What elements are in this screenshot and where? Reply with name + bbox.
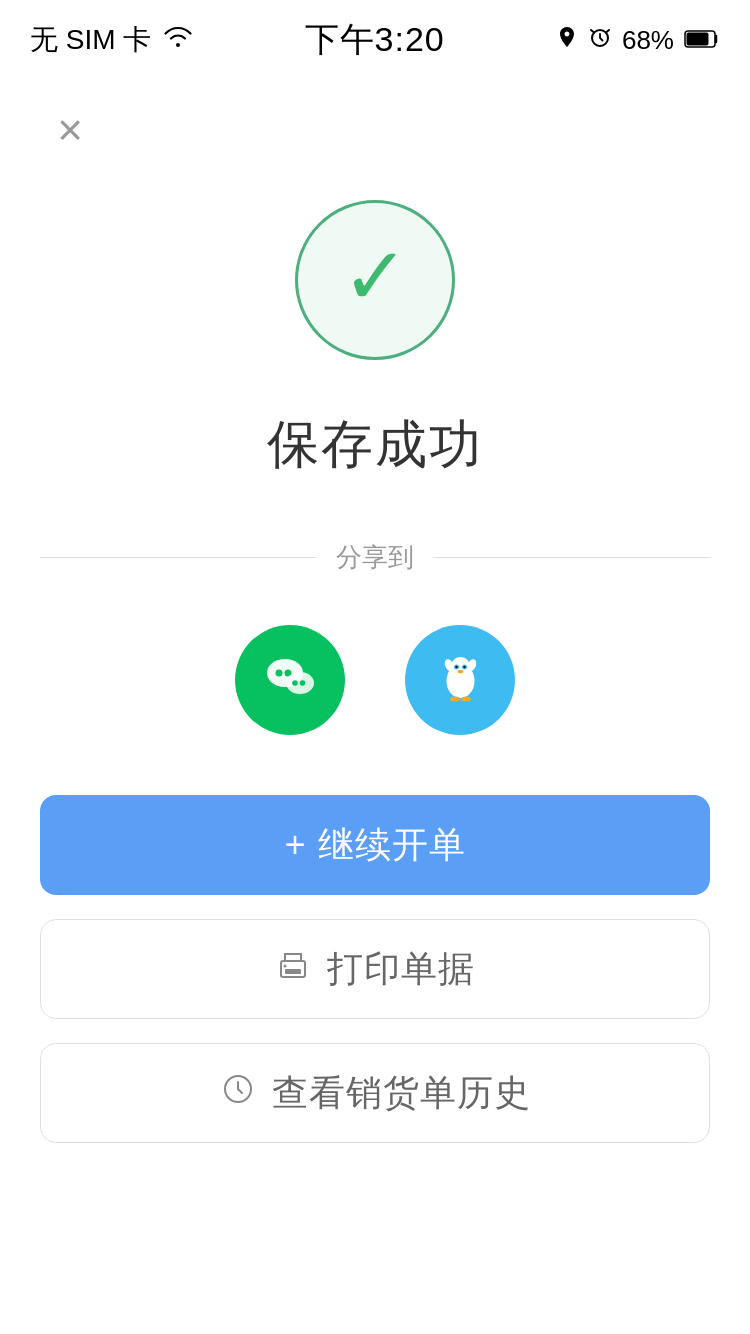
success-title: 保存成功: [267, 410, 483, 480]
status-bar: 无 SIM 卡 下午3:20 68%: [0, 0, 750, 80]
close-button-container: ×: [40, 100, 710, 160]
continue-button-label: + 继续开单: [284, 821, 465, 870]
action-buttons: + 继续开单 打印单据 查看销货单历史: [40, 795, 710, 1143]
svg-point-4: [275, 669, 282, 676]
main-content: × ✓ 保存成功 分享到: [0, 80, 750, 1163]
svg-point-15: [457, 669, 463, 673]
svg-point-17: [461, 696, 471, 701]
qq-icon: [428, 648, 493, 713]
close-button[interactable]: ×: [40, 100, 100, 160]
check-icon: ✓: [342, 237, 409, 317]
svg-rect-2: [686, 32, 708, 45]
history-button[interactable]: 查看销货单历史: [40, 1043, 710, 1143]
continue-button[interactable]: + 继续开单: [40, 795, 710, 895]
wifi-icon: [163, 25, 193, 56]
history-icon: [220, 1071, 256, 1115]
divider-line-right: [434, 557, 710, 558]
share-divider: 分享到: [40, 540, 710, 575]
battery-percentage: 68%: [622, 25, 674, 56]
share-label: 分享到: [336, 540, 414, 575]
no-sim-text: 无 SIM 卡: [30, 21, 151, 59]
share-section: 分享到: [40, 540, 710, 735]
svg-point-8: [299, 680, 305, 686]
print-button[interactable]: 打印单据: [40, 919, 710, 1019]
svg-point-7: [292, 680, 298, 686]
history-button-label: 查看销货单历史: [272, 1069, 531, 1118]
svg-point-10: [450, 657, 470, 679]
qq-share-button[interactable]: [405, 625, 515, 735]
svg-point-22: [284, 965, 287, 968]
alarm-icon: [588, 25, 612, 56]
svg-point-14: [463, 665, 465, 667]
battery-icon: [684, 25, 720, 56]
share-icons: [235, 625, 515, 735]
status-right: 68%: [556, 25, 720, 56]
wechat-icon: [258, 648, 323, 713]
svg-point-13: [455, 665, 457, 667]
divider-line-left: [40, 557, 316, 558]
wechat-share-button[interactable]: [235, 625, 345, 735]
status-left: 无 SIM 卡: [30, 21, 193, 59]
location-icon: [556, 25, 578, 56]
print-icon: [275, 947, 311, 991]
svg-rect-21: [285, 969, 301, 974]
print-button-label: 打印单据: [327, 945, 475, 994]
success-circle: ✓: [295, 200, 455, 360]
status-time: 下午3:20: [305, 17, 445, 63]
close-icon: ×: [57, 108, 83, 152]
svg-point-16: [450, 696, 460, 701]
